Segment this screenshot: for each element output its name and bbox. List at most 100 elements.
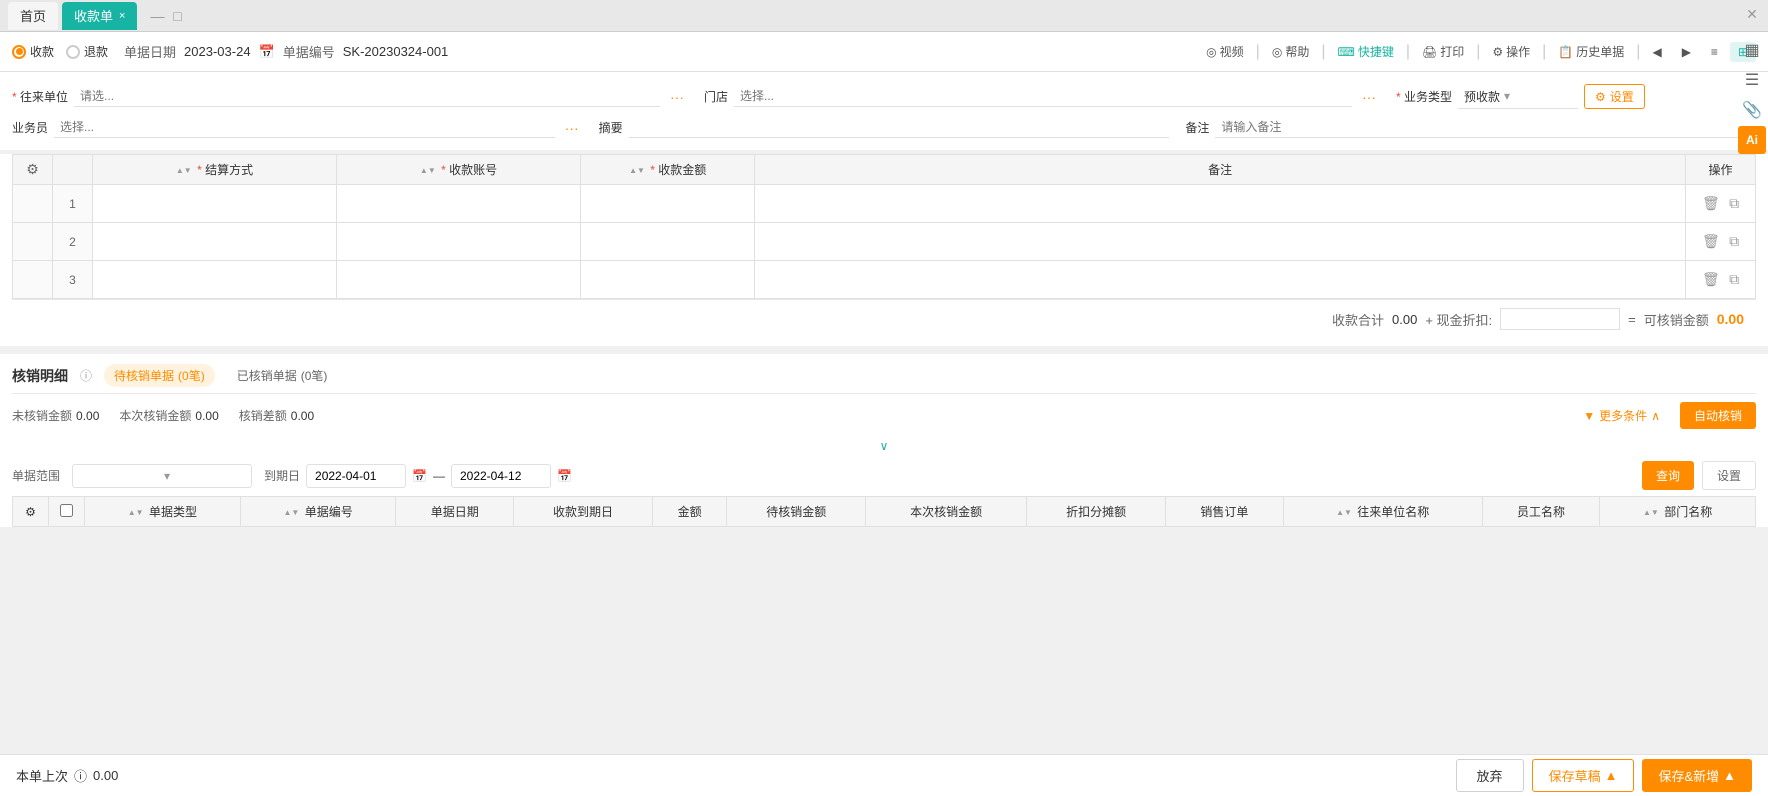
- table-settings-header[interactable]: ⚙: [13, 155, 53, 185]
- table-gear-icon[interactable]: ⚙: [26, 161, 39, 177]
- summary-input[interactable]: [629, 117, 1170, 138]
- auto-verify-button[interactable]: 自动核销: [1680, 402, 1756, 429]
- staff-input[interactable]: [54, 117, 555, 138]
- radio-receive[interactable]: 收款: [12, 43, 54, 60]
- row1-copy-icon[interactable]: ⧉: [1729, 195, 1739, 211]
- sep6: |: [1636, 43, 1640, 61]
- save-draft-button[interactable]: 保存草稿 ▲: [1532, 759, 1635, 792]
- sep3: |: [1406, 43, 1410, 61]
- last-info-icon[interactable]: ⓘ: [74, 766, 87, 785]
- counterparty-input[interactable]: [74, 86, 660, 107]
- counterparty-more-button[interactable]: ···: [666, 89, 688, 105]
- radio-receive-label: 收款: [30, 43, 54, 60]
- toolbar-print-button[interactable]: 🖨 打印: [1414, 40, 1472, 63]
- verify-title: 核销明细: [12, 366, 68, 386]
- account-sort-icon: ▲▼: [420, 166, 436, 175]
- bottom-duedate-header: 收款到期日: [513, 497, 652, 527]
- receipt-table: ⚙ ▲▼ * 结算方式 ▲▼ * 收款账号 ▲▼ *: [12, 154, 1756, 299]
- query-button[interactable]: 查询: [1642, 461, 1694, 490]
- date-range-separator: —: [433, 469, 445, 483]
- row1-delete-icon[interactable]: 🗑: [1702, 195, 1720, 211]
- window-close-button[interactable]: ✕: [1744, 6, 1760, 22]
- row3-copy-icon[interactable]: ⧉: [1729, 271, 1739, 287]
- doc-number-label: 单据编号: [283, 42, 335, 61]
- staff-more-button[interactable]: ···: [561, 120, 583, 136]
- toolbar-help-button[interactable]: ◎ 帮助: [1264, 40, 1318, 63]
- toolbar-operate-button[interactable]: ⚙ 操作: [1484, 40, 1538, 63]
- draft-arrow-icon: ▲: [1605, 768, 1618, 783]
- toolbar-history-button[interactable]: 📋 历史单据: [1550, 40, 1632, 63]
- form-settings-label: 设置: [1610, 88, 1634, 105]
- window-maximize-button[interactable]: □: [169, 8, 185, 24]
- row2-account[interactable]: [337, 223, 581, 261]
- calendar-from-icon[interactable]: 📅: [412, 469, 427, 483]
- store-more-button[interactable]: ···: [1358, 89, 1380, 105]
- remark-input[interactable]: [1215, 117, 1756, 138]
- range-select[interactable]: ▾: [72, 464, 252, 488]
- more-filter-button[interactable]: ▼ 更多条件 ∧: [1583, 407, 1660, 424]
- account-required-star: *: [441, 163, 446, 177]
- sidebar-ai-icon[interactable]: Ai: [1738, 126, 1766, 154]
- discount-label: + 现金折扣:: [1425, 310, 1492, 329]
- radio-refund[interactable]: 退款: [66, 43, 108, 60]
- save-new-button[interactable]: 保存&新增 ▲: [1642, 759, 1752, 792]
- doc-date-value: 2023-03-24: [184, 44, 251, 59]
- bottom-settings-header[interactable]: ⚙: [13, 497, 49, 527]
- tab-receipt[interactable]: 收款单 ×: [62, 2, 137, 30]
- current-label: 本次核销金额: [119, 407, 191, 424]
- store-input[interactable]: [734, 86, 1352, 107]
- date-from-input[interactable]: [306, 464, 406, 488]
- row3-delete-icon[interactable]: 🗑: [1702, 271, 1720, 287]
- sep2: |: [1321, 43, 1325, 61]
- bottom-checkbox-header[interactable]: [49, 497, 85, 527]
- bottom-amount-header: 金额: [653, 497, 727, 527]
- toolbar-layout-prev-button[interactable]: ◀: [1644, 42, 1669, 62]
- date-to-input[interactable]: [451, 464, 551, 488]
- sidebar-table-icon[interactable]: ▦: [1738, 36, 1766, 64]
- filter-settings-button[interactable]: 设置: [1702, 461, 1756, 490]
- row1-amount[interactable]: [581, 185, 755, 223]
- toolbar-layout-next-button[interactable]: ▶: [1674, 42, 1699, 62]
- row1-account[interactable]: [337, 185, 581, 223]
- counterparty-label: 往来单位: [12, 88, 68, 105]
- window-minimize-button[interactable]: —: [149, 8, 165, 24]
- pending-tab[interactable]: 待核销单据 (0笔): [104, 364, 215, 387]
- row3-note[interactable]: [755, 261, 1686, 299]
- toolbar-list-view-button[interactable]: ≡: [1703, 42, 1726, 62]
- toolbar-shortcut-label: 快捷键: [1358, 43, 1394, 60]
- net-label: 可核销金额: [1644, 310, 1709, 329]
- row2-delete-icon[interactable]: 🗑: [1702, 233, 1720, 249]
- sidebar-attachment-icon[interactable]: 📎: [1738, 96, 1766, 124]
- discount-input[interactable]: [1500, 308, 1620, 330]
- row3-amount[interactable]: [581, 261, 755, 299]
- row3-account[interactable]: [337, 261, 581, 299]
- row1-note[interactable]: [755, 185, 1686, 223]
- table-settle-header: ▲▼ * 结算方式: [93, 155, 337, 185]
- footer-info: 本单上次 ⓘ 0.00: [16, 766, 118, 785]
- doc-date-calendar-icon[interactable]: 📅: [259, 44, 275, 60]
- biz-type-select[interactable]: 预收款 ▾: [1458, 85, 1578, 109]
- toolbar-video-button[interactable]: ◎ 视频: [1198, 40, 1252, 63]
- row2-copy-icon[interactable]: ⧉: [1729, 233, 1739, 249]
- discard-button[interactable]: 放弃: [1456, 759, 1524, 792]
- row3-settle[interactable]: [93, 261, 337, 299]
- row2-amount[interactable]: [581, 223, 755, 261]
- tab-home[interactable]: 首页: [8, 2, 58, 30]
- row1-settle[interactable]: [93, 185, 337, 223]
- toolbar-operate-label: 操作: [1506, 43, 1530, 60]
- done-tab[interactable]: 已核销单据 (0笔): [227, 364, 338, 387]
- calendar-to-icon[interactable]: 📅: [557, 469, 572, 483]
- sidebar-list-icon[interactable]: ☰: [1738, 66, 1766, 94]
- select-all-checkbox[interactable]: [60, 504, 73, 517]
- toolbar-shortcut-button[interactable]: ⌨ 快捷键: [1329, 40, 1401, 63]
- verify-info-icon[interactable]: ⓘ: [80, 367, 92, 384]
- collapse-arrow-icon[interactable]: ∨: [880, 439, 889, 453]
- counterparty-sort-icon: ▲▼: [1336, 508, 1352, 517]
- form-settings-button[interactable]: ⚙ 设置: [1584, 84, 1645, 109]
- row2-note[interactable]: [755, 223, 1686, 261]
- filter-icon: ▼: [1583, 409, 1595, 423]
- row2-settle[interactable]: [93, 223, 337, 261]
- tab-close-icon[interactable]: ×: [119, 10, 125, 22]
- row2-settings: [13, 223, 53, 261]
- stat-diff: 核销差额 0.00: [239, 407, 314, 424]
